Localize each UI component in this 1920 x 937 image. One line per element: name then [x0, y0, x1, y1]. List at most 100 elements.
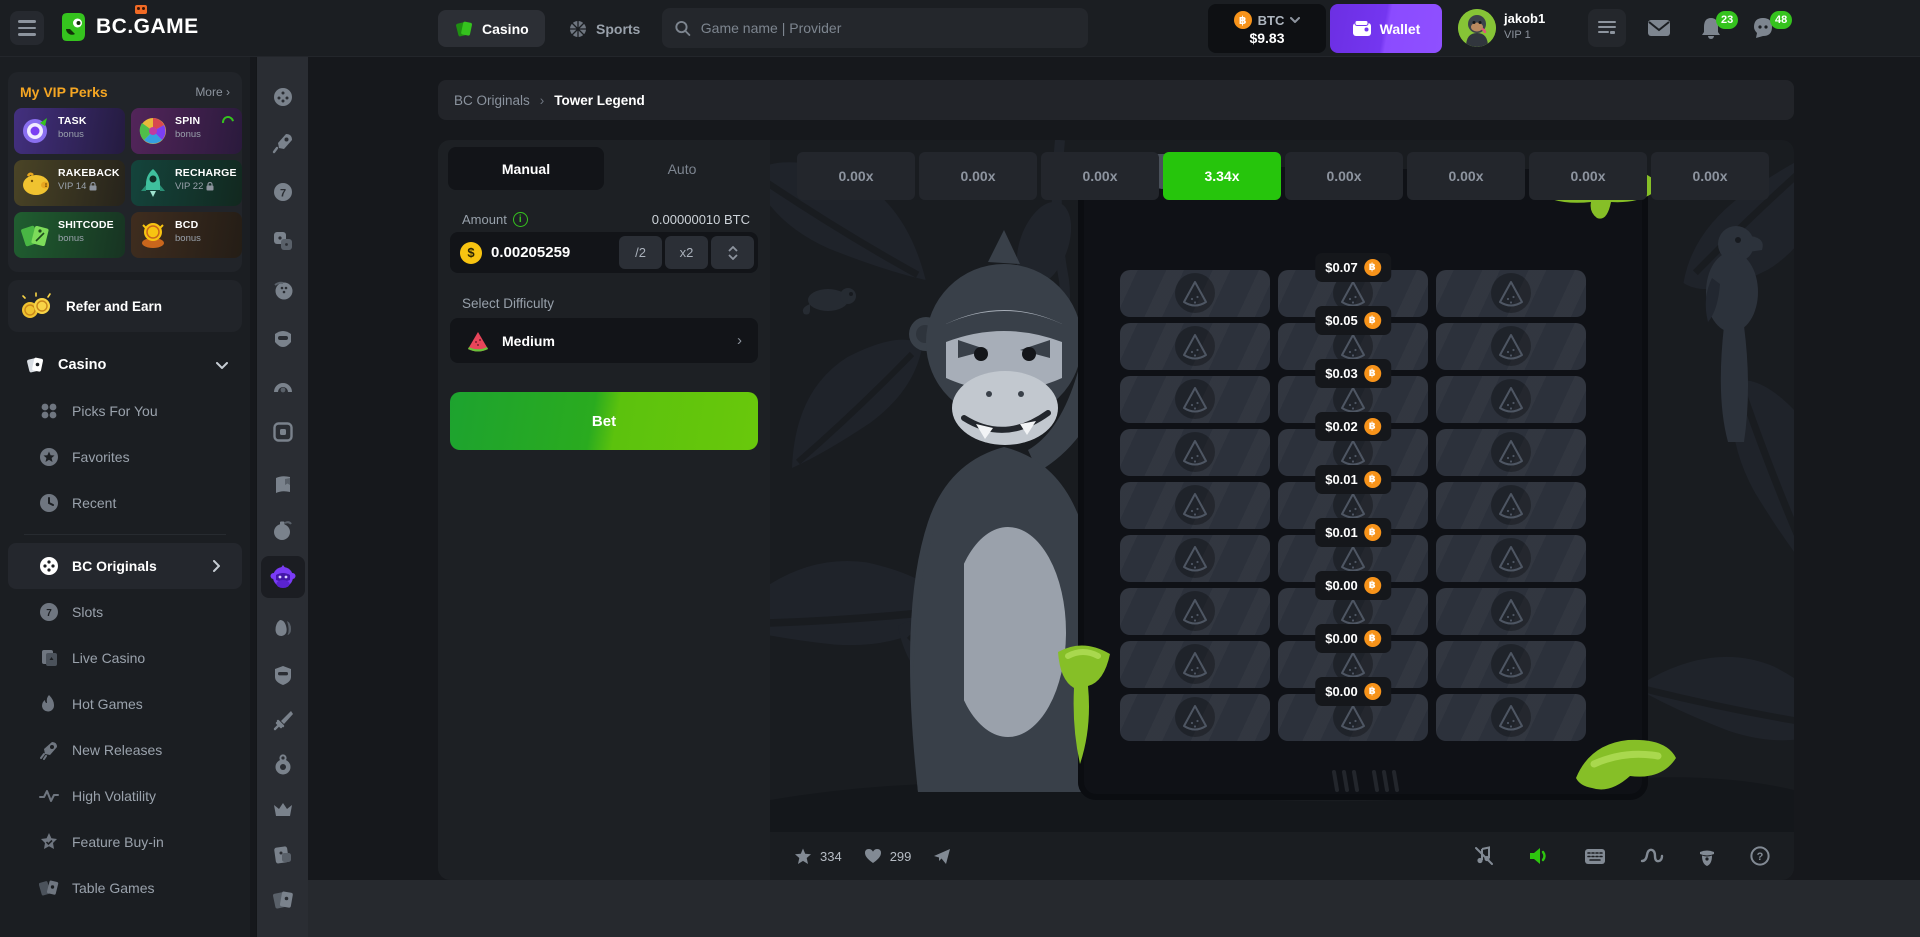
- crown-game-icon[interactable]: [271, 798, 295, 822]
- tower-cell[interactable]: [1436, 482, 1586, 529]
- fairness-button[interactable]: [1698, 846, 1716, 867]
- tower-cell[interactable]: [1436, 641, 1586, 688]
- tower-cell[interactable]: [1436, 429, 1586, 476]
- live-stats-button[interactable]: [1640, 848, 1664, 864]
- plinko-game-icon[interactable]: [271, 420, 295, 444]
- tower-cell[interactable]: [1436, 535, 1586, 582]
- bet-amount-field[interactable]: $ 0.00205259 /2 x2: [450, 232, 758, 273]
- sidebar-item-recent[interactable]: Recent: [0, 480, 250, 526]
- vip-more-link[interactable]: More ›: [195, 85, 230, 99]
- tower-cell[interactable]: [1436, 376, 1586, 423]
- chat-button[interactable]: 48: [1744, 9, 1782, 47]
- search-input[interactable]: [701, 20, 1076, 36]
- dice-card-game-icon[interactable]: [271, 843, 295, 867]
- sidebar-item-hot-games[interactable]: Hot Games: [0, 681, 250, 727]
- likes-stat[interactable]: 299: [864, 848, 912, 864]
- roulette-game-icon[interactable]: [271, 373, 295, 397]
- tower-cell[interactable]: [1436, 270, 1586, 317]
- bet-button[interactable]: Bet: [450, 392, 758, 450]
- sidebar-item-picks-for-you[interactable]: Picks For You: [0, 388, 250, 434]
- dice-game-icon[interactable]: [271, 229, 295, 253]
- multiplier-tile-win[interactable]: 3.34x: [1163, 152, 1281, 200]
- amount-stepper[interactable]: [711, 236, 754, 269]
- tab-auto[interactable]: Auto: [604, 147, 760, 190]
- game-search[interactable]: [662, 8, 1088, 48]
- tower-cell[interactable]: [1436, 588, 1586, 635]
- tab-manual[interactable]: Manual: [448, 147, 604, 190]
- balance-selector[interactable]: ฿ BTC $9.83: [1208, 4, 1326, 53]
- double-amount-button[interactable]: x2: [665, 236, 708, 269]
- hamburger-menu-button[interactable]: [10, 11, 44, 45]
- gorilla-game-icon-active[interactable]: [261, 556, 305, 598]
- sound-on-button[interactable]: [1528, 846, 1550, 866]
- multiplier-tile[interactable]: 0.00x: [1529, 152, 1647, 200]
- bowling-game-icon[interactable]: [271, 278, 295, 302]
- tower-cell[interactable]: [1436, 694, 1586, 741]
- rocket-game-icon[interactable]: [271, 131, 295, 155]
- sidebar-item-live-casino[interactable]: Live Casino: [0, 635, 250, 681]
- info-icon[interactable]: i: [513, 212, 528, 227]
- multiplier-tile[interactable]: 0.00x: [1407, 152, 1525, 200]
- wallet-button[interactable]: Wallet: [1330, 4, 1442, 53]
- chip-game-icon[interactable]: [271, 85, 295, 109]
- sword-game-icon[interactable]: [271, 708, 295, 732]
- mail-button[interactable]: [1640, 9, 1678, 47]
- tower-cell[interactable]: [1120, 323, 1270, 370]
- seven-coin-game-icon[interactable]: 7: [271, 180, 295, 204]
- sidebar-item-casino[interactable]: Casino: [0, 342, 250, 388]
- tower-cell[interactable]: [1120, 641, 1270, 688]
- tab-casino[interactable]: Casino: [438, 10, 545, 47]
- tower-cell[interactable]: [1120, 429, 1270, 476]
- sidebar-item-favorites[interactable]: Favorites: [0, 434, 250, 480]
- tower-cell[interactable]: [1120, 588, 1270, 635]
- multiplier-tile[interactable]: 0.00x: [1651, 152, 1769, 200]
- tower-cell[interactable]: [1120, 270, 1270, 317]
- quests-menu-button[interactable]: [1588, 9, 1626, 47]
- refer-and-earn[interactable]: Refer and Earn: [8, 280, 242, 332]
- vip-card-rakeback[interactable]: RAKEBACK VIP 14: [14, 160, 125, 206]
- bomb-game-icon[interactable]: [271, 518, 295, 542]
- music-off-button[interactable]: [1474, 846, 1494, 866]
- tower-cell[interactable]: [1120, 535, 1270, 582]
- vip-card-spin[interactable]: SPIN bonus: [131, 108, 242, 154]
- sidebar-item-bc-originals[interactable]: BC Originals: [8, 543, 242, 589]
- vip-card-task[interactable]: TASK bonus: [14, 108, 125, 154]
- multiplier-tile[interactable]: 0.00x: [797, 152, 915, 200]
- user-info[interactable]: jakob1 VIP 1: [1504, 11, 1545, 41]
- difficulty-selector[interactable]: Medium ›: [450, 318, 758, 363]
- mask-game-icon[interactable]: [271, 326, 295, 350]
- tower-cell[interactable]: [1120, 376, 1270, 423]
- vip-card-recharge[interactable]: RECHARGE VIP 22: [131, 160, 242, 206]
- sidebar-item-high-volatility[interactable]: High Volatility: [0, 773, 250, 819]
- help-button[interactable]: ?: [1750, 846, 1770, 866]
- stars-stat[interactable]: 334: [794, 848, 842, 865]
- tower-cell[interactable]: [1120, 694, 1270, 741]
- tower-cell[interactable]: $0.00฿: [1278, 694, 1428, 741]
- vip-card-bcd[interactable]: BCD bonus: [131, 212, 242, 258]
- vip-card-shitcode[interactable]: SHITCODE bonus: [14, 212, 125, 258]
- multiplier-tile[interactable]: 0.00x: [1285, 152, 1403, 200]
- sidebar-item-feature-buy-in[interactable]: Feature Buy-in: [0, 819, 250, 865]
- sidebar-item-new-releases[interactable]: New Releases: [0, 727, 250, 773]
- multiplier-tile[interactable]: 0.00x: [1041, 152, 1159, 200]
- share-button[interactable]: [933, 848, 951, 865]
- egg-game-icon[interactable]: [271, 616, 295, 640]
- user-avatar[interactable]: [1458, 9, 1496, 47]
- multiplier-tile[interactable]: 0.00x: [919, 152, 1037, 200]
- bc-game-logo[interactable]: BC.GAME: [58, 12, 199, 42]
- step-up-icon[interactable]: [728, 246, 738, 252]
- tower-cell[interactable]: [1436, 323, 1586, 370]
- tab-sports[interactable]: Sports: [568, 10, 640, 47]
- step-down-icon[interactable]: [728, 254, 738, 260]
- cards-game-icon[interactable]: [271, 888, 295, 912]
- book-game-icon[interactable]: [271, 473, 295, 497]
- knight-game-icon[interactable]: [271, 663, 295, 687]
- half-amount-button[interactable]: /2: [619, 236, 662, 269]
- notifications-button[interactable]: 23: [1692, 9, 1730, 47]
- bet-amount-value[interactable]: 0.00205259: [491, 244, 616, 261]
- ring-bomb-game-icon[interactable]: [271, 753, 295, 777]
- hotkeys-button[interactable]: [1584, 848, 1606, 865]
- tower-cell[interactable]: [1120, 482, 1270, 529]
- sidebar-item-slots[interactable]: 7 Slots: [0, 589, 250, 635]
- sidebar-item-table-games[interactable]: Table Games: [0, 865, 250, 911]
